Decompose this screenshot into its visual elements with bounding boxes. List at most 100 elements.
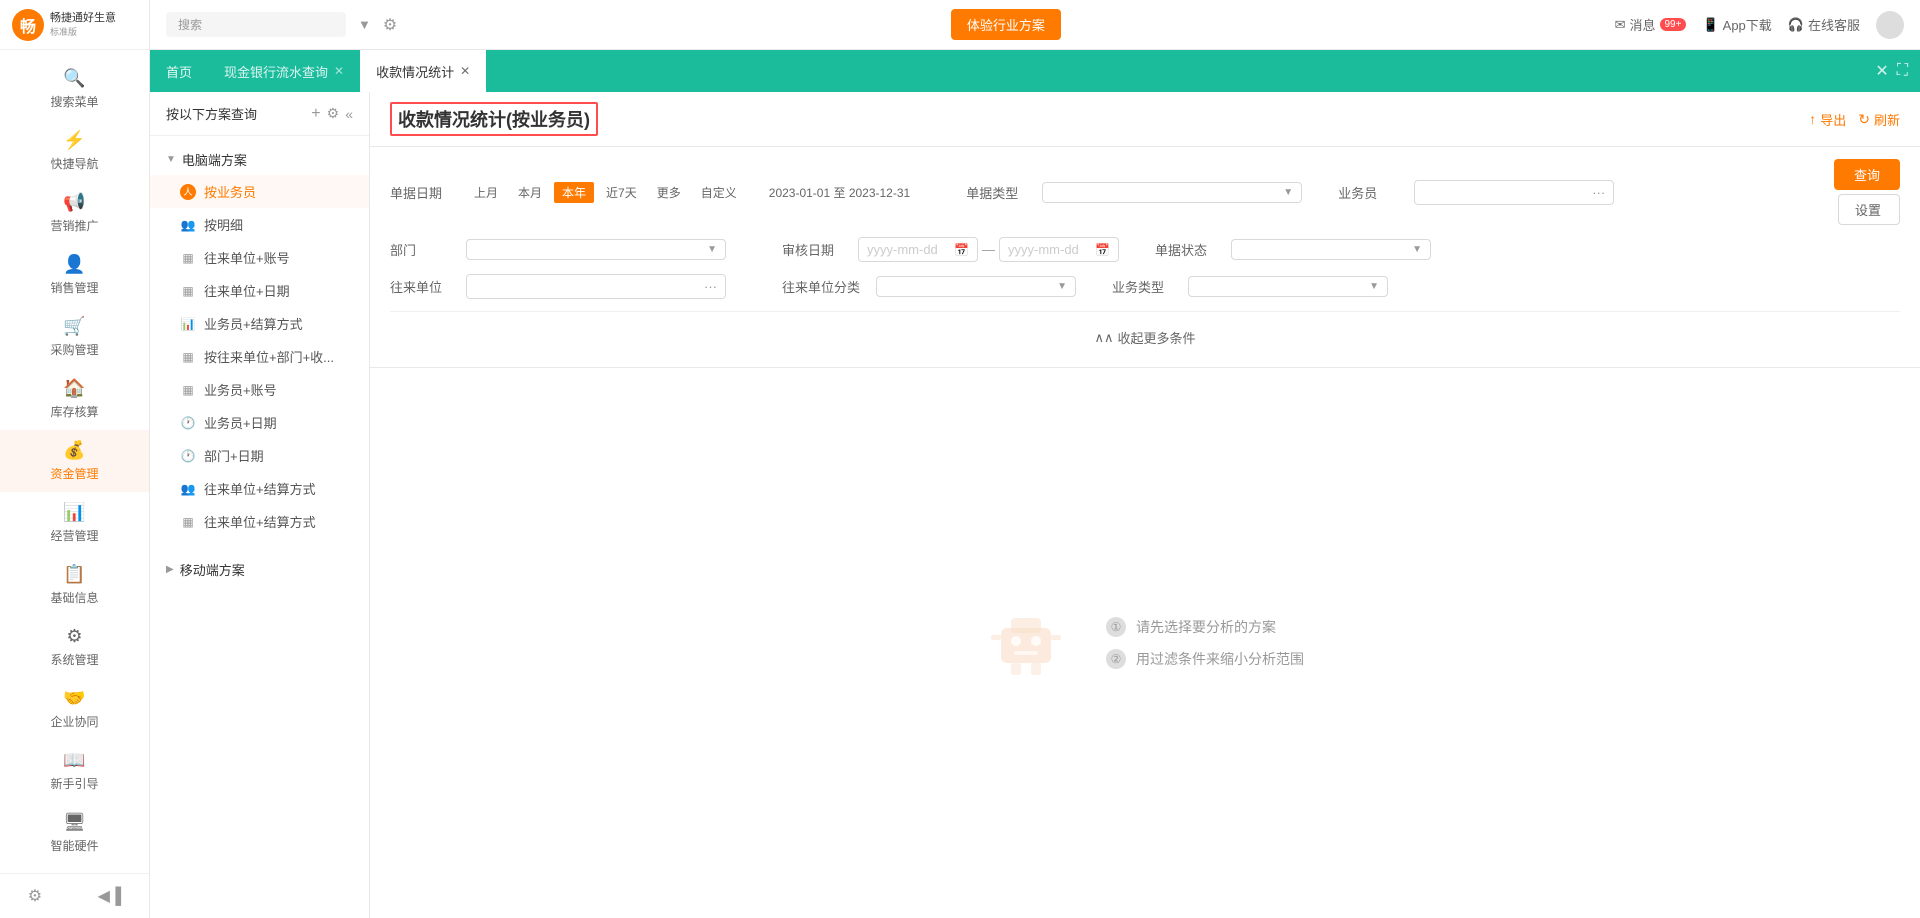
desktop-group-label: 电脑端方案 (182, 150, 247, 169)
settings-plan-icon[interactable]: ⚙ (327, 105, 340, 122)
plan-item-salesman-account[interactable]: ▦ 业务员+账号 (150, 373, 369, 406)
user-avatar[interactable] (1876, 11, 1904, 39)
search-menu-icon: 🔍 (63, 68, 85, 89)
tab-close-all-icon[interactable]: ✕ (1875, 61, 1888, 81)
settings-gear-icon[interactable]: ⚙ (28, 886, 42, 906)
business-type-label: 业务类型 (1112, 277, 1172, 296)
hint-num-2: ② (1106, 649, 1126, 669)
online-service-button[interactable]: 🎧 在线客服 (1788, 15, 1860, 34)
doc-type-select[interactable]: ▼ (1042, 182, 1302, 203)
filter-row-1: 单据日期 上月 本月 本年 近7天 更多 自定义 2023-01-01 至 20… (390, 159, 1900, 225)
left-panel-actions: + ⚙ « (311, 105, 353, 123)
filter-area: 单据日期 上月 本月 本年 近7天 更多 自定义 2023-01-01 至 20… (370, 147, 1920, 368)
date-tab-custom[interactable]: 自定义 (693, 182, 745, 203)
plan-item-counterpart-settlement2[interactable]: ▦ 往来单位+结算方式 (150, 505, 369, 538)
mobile-group-header[interactable]: ▶ 移动端方案 (150, 554, 369, 585)
business-type-select[interactable]: ▼ (1188, 276, 1388, 297)
settings-icon[interactable]: ⚙ (383, 15, 397, 35)
sidebar-item-wechat[interactable]: 💬 企业微信 (0, 864, 149, 873)
plan-item-counterpart-settlement1[interactable]: 👥 往来单位+结算方式 (150, 472, 369, 505)
plan-label: 按往来单位+部门+收... (204, 347, 334, 366)
hint-text-1: 请先选择要分析的方案 (1136, 617, 1276, 637)
empty-hints: ① 请先选择要分析的方案 ② 用过滤条件来缩小分析范围 (1106, 617, 1304, 669)
app-download-button[interactable]: 📱 App下载 (1702, 15, 1771, 34)
messages-button[interactable]: ✉ 消息 99+ (1615, 15, 1687, 34)
query-button[interactable]: 查询 (1834, 159, 1900, 190)
date-tab-this-year[interactable]: 本年 (554, 182, 594, 203)
tab-collection-close-icon[interactable]: ✕ (460, 64, 470, 78)
plan-item-by-detail[interactable]: 👥 按明细 (150, 208, 369, 241)
sidebar-item-inventory[interactable]: 🏠 库存核算 (0, 368, 149, 430)
plan-label: 业务员+账号 (204, 380, 277, 399)
tab-fullscreen-icon[interactable]: ⛶ (1897, 62, 1908, 80)
tab-bank-close-icon[interactable]: ✕ (334, 64, 344, 78)
page-content: 按以下方案查询 + ⚙ « ▼ 电脑端方案 人 按业务员 👥 按 (150, 92, 1920, 918)
add-plan-icon[interactable]: + (311, 105, 320, 123)
collapse-panel-icon[interactable]: « (345, 106, 353, 122)
export-button[interactable]: ↑ 导出 (1809, 110, 1846, 129)
doc-status-select[interactable]: ▼ (1231, 239, 1431, 260)
plan-item-dept-date[interactable]: 🕐 部门+日期 (150, 439, 369, 472)
date-tab-last-7days[interactable]: 近7天 (598, 182, 645, 203)
date-tabs: 上月 本月 本年 近7天 更多 自定义 (466, 182, 745, 203)
date-dash: — (982, 242, 995, 257)
page-title: 收款情况统计(按业务员) (390, 102, 598, 136)
trial-button[interactable]: 体验行业方案 (951, 9, 1061, 40)
dropdown-arrow-icon[interactable]: ▼ (358, 17, 371, 32)
plan-label: 按业务员 (204, 182, 256, 201)
tab-bank[interactable]: 现金银行流水查询 ✕ (208, 50, 360, 92)
desktop-group-header[interactable]: ▼ 电脑端方案 (150, 144, 369, 175)
search-placeholder: 搜索 (178, 18, 202, 32)
plan-item-counterpart-date[interactable]: ▦ 往来单位+日期 (150, 274, 369, 307)
review-date-to-input[interactable]: yyyy-mm-dd 📅 (999, 237, 1119, 262)
sidebar-item-system[interactable]: ⚙ 系统管理 (0, 616, 149, 678)
tab-home[interactable]: 首页 (150, 50, 208, 92)
export-label: 导出 (1820, 110, 1846, 129)
purchase-icon: 🛒 (63, 316, 85, 337)
sidebar-item-enterprise[interactable]: 🤝 企业协同 (0, 678, 149, 740)
sidebar-item-hardware[interactable]: 🖥 智能硬件 (0, 802, 149, 864)
sidebar-item-guide[interactable]: 📖 新手引导 (0, 740, 149, 802)
plan-item-counterpart-dept[interactable]: ▦ 按往来单位+部门+收... (150, 340, 369, 373)
plan-item-by-salesman[interactable]: 人 按业务员 (150, 175, 369, 208)
plan-item-counterpart-account[interactable]: ▦ 往来单位+账号 (150, 241, 369, 274)
header-right: ✉ 消息 99+ 📱 App下载 🎧 在线客服 (1615, 11, 1904, 39)
refresh-button[interactable]: ↻ 刷新 (1858, 110, 1900, 129)
sidebar-item-finance[interactable]: 💰 资金管理 (0, 430, 149, 492)
review-date-from-input[interactable]: yyyy-mm-dd 📅 (858, 237, 978, 262)
download-icon: 📱 (1702, 17, 1718, 33)
date-tab-more[interactable]: 更多 (649, 182, 689, 203)
counterpart-category-select[interactable]: ▼ (876, 276, 1076, 297)
sidebar-item-sales[interactable]: 👤 销售管理 (0, 244, 149, 306)
plan-item-salesman-settlement[interactable]: 📊 业务员+结算方式 (150, 307, 369, 340)
tab-collection[interactable]: 收款情况统计 ✕ (360, 50, 486, 92)
salesman-select[interactable]: ··· (1414, 180, 1614, 205)
page-header: 收款情况统计(按业务员) ↑ 导出 ↻ 刷新 (370, 92, 1920, 147)
counterpart-label: 往来单位 (390, 277, 450, 296)
doc-status-label: 单据状态 (1155, 240, 1215, 259)
sidebar-item-business[interactable]: 📊 经营管理 (0, 492, 149, 554)
plan-label: 业务员+日期 (204, 413, 277, 432)
quick-nav-icon: ⚡ (63, 130, 85, 151)
sidebar-item-basic[interactable]: 📋 基础信息 (0, 554, 149, 616)
counterpart-category-chevron-icon: ▼ (1057, 281, 1067, 292)
plan-item-salesman-date[interactable]: 🕐 业务员+日期 (150, 406, 369, 439)
dept-select[interactable]: ▼ (466, 239, 726, 260)
sidebar-item-search[interactable]: 🔍 搜索菜单 (0, 58, 149, 120)
collapse-button[interactable]: ∧∧ 收起更多条件 (1086, 320, 1203, 355)
date-tab-this-month[interactable]: 本月 (510, 182, 550, 203)
collapse-sidebar-icon[interactable]: ◀▐ (98, 886, 122, 906)
search-box[interactable]: 搜索 (166, 12, 346, 37)
left-panel: 按以下方案查询 + ⚙ « ▼ 电脑端方案 人 按业务员 👥 按 (150, 92, 370, 918)
more-icon: ··· (1592, 185, 1605, 200)
settings-button[interactable]: 设置 (1838, 194, 1900, 225)
dept-chevron-icon: ▼ (707, 244, 717, 255)
sidebar-item-marketing[interactable]: 📢 营销推广 (0, 182, 149, 244)
sidebar-item-quicknav[interactable]: ⚡ 快捷导航 (0, 120, 149, 182)
group-expand-arrow-icon: ▼ (166, 154, 176, 165)
page-header-actions: ↑ 导出 ↻ 刷新 (1809, 110, 1900, 129)
sidebar-item-purchase[interactable]: 🛒 采购管理 (0, 306, 149, 368)
counterpart-select[interactable]: ··· (466, 274, 726, 299)
desktop-plan-group: ▼ 电脑端方案 人 按业务员 👥 按明细 ▦ 往来单位+账号 ▦ 往来单位 (150, 136, 369, 546)
date-tab-last-month[interactable]: 上月 (466, 182, 506, 203)
